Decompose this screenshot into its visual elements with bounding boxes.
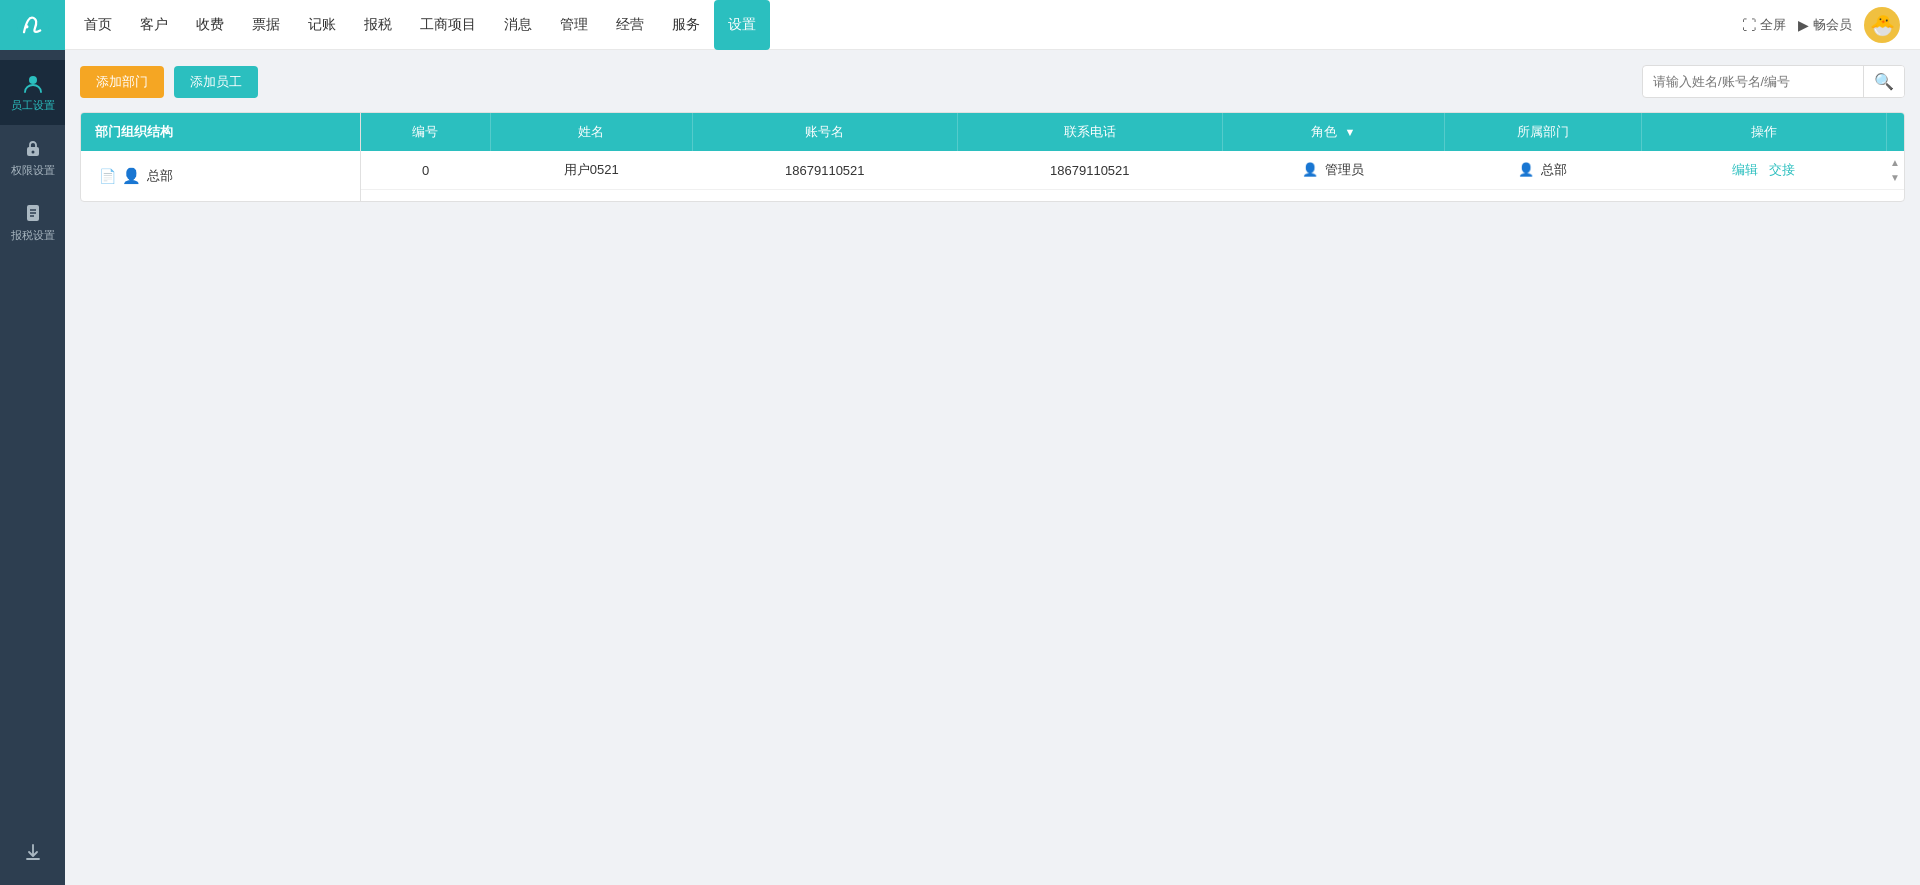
nav-customer[interactable]: 客户 [126,0,182,50]
nav-business[interactable]: 工商项目 [406,0,490,50]
sidebar-label-employee: 员工设置 [11,98,55,113]
nav-service[interactable]: 服务 [658,0,714,50]
add-dept-button[interactable]: 添加部门 [80,66,164,98]
emp-table: 编号 姓名 账号名 联系电话 角 [361,113,1904,190]
fullscreen-btn[interactable]: ⛶ 全屏 [1742,16,1786,34]
cell-action: 编辑 交接 [1641,151,1886,190]
transfer-link[interactable]: 交接 [1769,162,1795,177]
cell-id: 0 [361,151,490,190]
nav-settings[interactable]: 设置 [714,0,770,50]
sidebar-label-tax: 报税设置 [11,228,55,243]
search-icon: 🔍 [1874,73,1894,90]
dept-user-icon: 👤 [122,167,141,185]
avatar[interactable]: 🐣 [1864,7,1900,43]
scroll-cell: ▲ ▼ [1886,151,1904,190]
vip-label: 畅会员 [1813,16,1852,34]
sidebar-label-permissions: 权限设置 [11,163,55,178]
col-name: 姓名 [490,113,692,151]
panel-layout: 部门组织结构 📄 👤 总部 编号 [80,112,1905,202]
nav-operation[interactable]: 经营 [602,0,658,50]
cell-account: 18679110521 [692,151,957,190]
sidebar-item-permissions[interactable]: 权限设置 [0,125,65,190]
file-icon: 📄 [99,168,116,184]
report-icon [22,202,44,224]
dept-user-icon-cell: 👤 [1518,162,1534,177]
fullscreen-icon: ⛶ [1742,17,1756,33]
nav-fee[interactable]: 收费 [182,0,238,50]
sidebar-item-employee[interactable]: 员工设置 [0,60,65,125]
svg-point-4 [31,151,34,154]
col-dept: 所属部门 [1444,113,1641,151]
nav-tax[interactable]: 报税 [350,0,406,50]
col-scroll [1886,113,1904,151]
role-filter-icon: ▼ [1345,126,1356,138]
emp-table-area: 编号 姓名 账号名 联系电话 角 [361,113,1904,201]
sidebar: 员工设置 权限设置 报税设置 [0,50,65,885]
sidebar-item-download[interactable] [22,829,44,875]
logo [0,0,65,50]
toolbar: 添加部门 添加员工 🔍 [80,65,1905,98]
dept-tree: 部门组织结构 📄 👤 总部 [81,113,361,201]
cell-name: 用户0521 [490,151,692,190]
add-emp-button[interactable]: 添加员工 [174,66,258,98]
col-id: 编号 [361,113,490,151]
vip-btn[interactable]: ▶ 畅会员 [1798,16,1852,34]
col-role[interactable]: 角色 ▼ [1222,113,1444,151]
sidebar-item-tax-settings[interactable]: 报税设置 [0,190,65,255]
col-phone: 联系电话 [957,113,1222,151]
edit-link[interactable]: 编辑 [1732,162,1758,177]
search-button[interactable]: 🔍 [1863,66,1904,97]
svg-point-2 [29,76,37,84]
cell-dept: 👤 总部 [1444,151,1641,190]
content-area: 添加部门 添加员工 🔍 部门组织结构 📄 👤 总部 [65,50,1920,885]
nav-message[interactable]: 消息 [490,0,546,50]
search-input[interactable] [1643,68,1863,95]
sidebar-bottom [22,829,44,885]
role-user-icon: 👤 [1302,162,1318,177]
search-box: 🔍 [1642,65,1905,98]
svg-point-0 [16,9,48,41]
dept-tree-item-root[interactable]: 📄 👤 总部 [91,161,350,191]
scroll-down-btn[interactable]: ▼ [1886,170,1904,185]
nav-bill[interactable]: 票据 [238,0,294,50]
nav-items: 首页 客户 收费 票据 记账 报税 工商项目 消息 管理 经营 服务 设置 [65,0,1742,49]
cell-phone: 18679110521 [957,151,1222,190]
table-row: 0 用户0521 18679110521 18679110521 👤 管理员 👤… [361,151,1904,190]
dept-tree-header: 部门组织结构 [81,113,360,151]
lock-icon [22,137,44,159]
nav-manage[interactable]: 管理 [546,0,602,50]
col-account: 账号名 [692,113,957,151]
nav-home[interactable]: 首页 [70,0,126,50]
svg-point-1 [24,25,28,29]
scroll-up-btn[interactable]: ▲ [1886,155,1904,170]
col-action: 操作 [1641,113,1886,151]
person-icon [22,72,44,94]
nav-right: ⛶ 全屏 ▶ 畅会员 🐣 [1742,7,1910,43]
fullscreen-label: 全屏 [1760,16,1786,34]
nav-account[interactable]: 记账 [294,0,350,50]
dept-root-name: 总部 [147,167,173,185]
download-icon [22,841,44,863]
vip-icon: ▶ [1798,17,1809,33]
cell-role: 👤 管理员 [1222,151,1444,190]
dept-tree-body: 📄 👤 总部 [81,151,360,201]
